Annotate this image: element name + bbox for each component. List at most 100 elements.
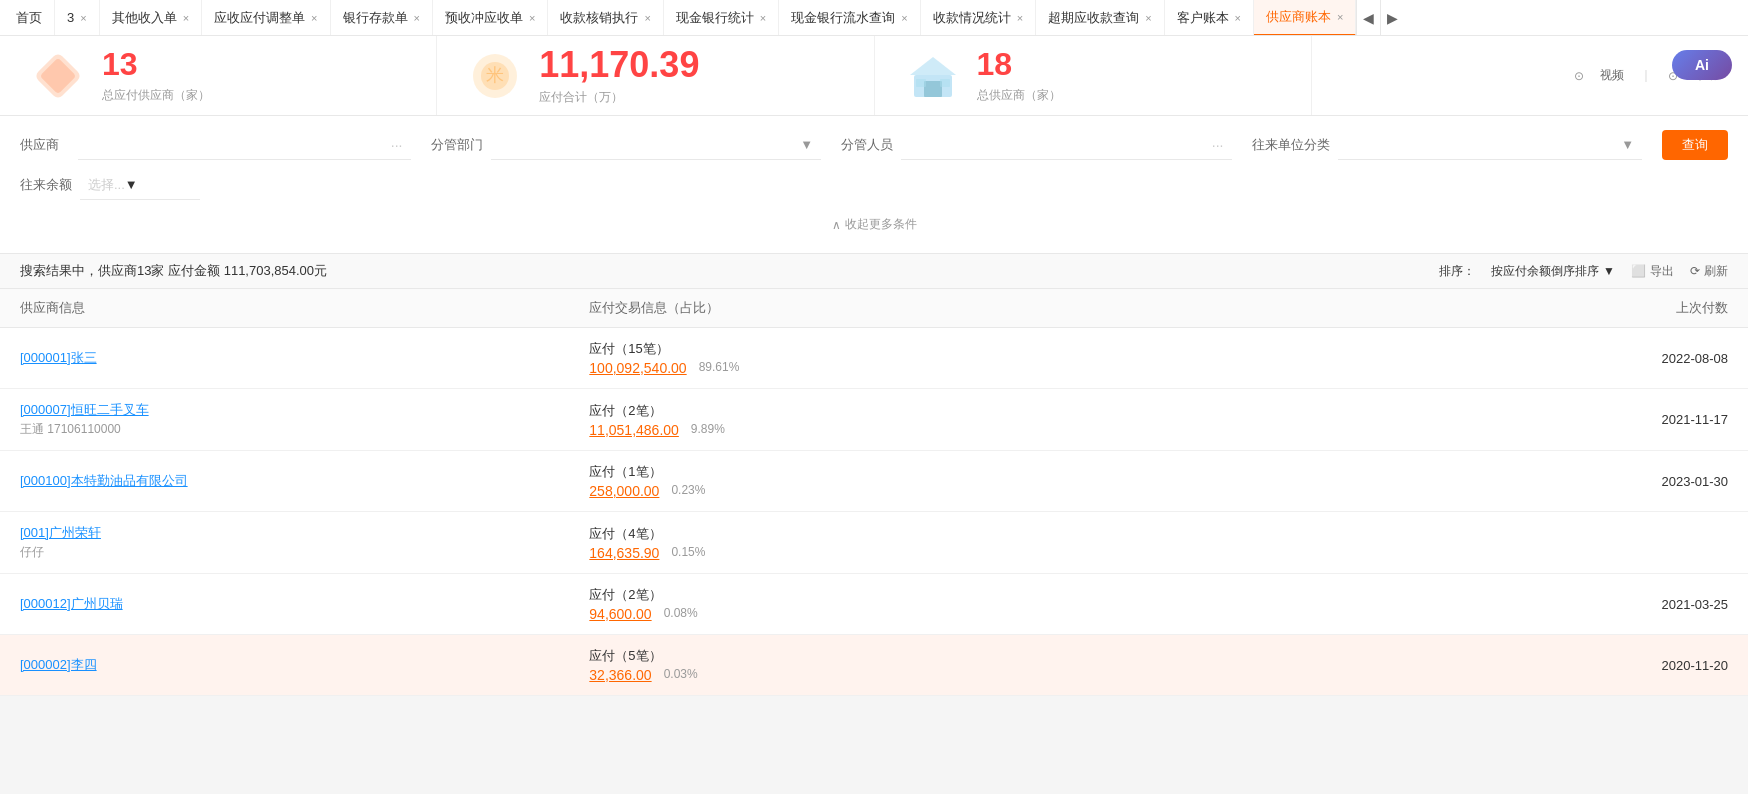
- help-area: ⊙ 视频 ｜ ⊙ 帮助 Ai: [1312, 36, 1748, 115]
- tab-home[interactable]: 首页: [4, 0, 55, 36]
- supplier-link-4[interactable]: [001]广州荣轩: [20, 524, 589, 542]
- tab-collect-verify[interactable]: 收款核销执行 ×: [548, 0, 663, 36]
- tab-3-close[interactable]: ×: [80, 12, 86, 24]
- table-row[interactable]: [000001]张三 应付（15笔） 100,092,540.00 89.61%…: [0, 328, 1748, 389]
- tab-collect-verify-close[interactable]: ×: [644, 12, 650, 24]
- query-button[interactable]: 查询: [1662, 130, 1728, 160]
- tab-bank-deposit[interactable]: 银行存款单 ×: [331, 0, 433, 36]
- chevron-down-icon: ▼: [800, 137, 813, 152]
- table-row[interactable]: [000100]本特勤油品有限公司 应付（1笔） 258,000.00 0.23…: [0, 451, 1748, 512]
- tab-cash-bank-flow-label: 现金银行流水查询: [791, 9, 895, 27]
- supplier-info-6: [000002]李四: [20, 656, 589, 674]
- tab-advance-collect-close[interactable]: ×: [529, 12, 535, 24]
- filter-supplier: 供应商 ···: [20, 130, 411, 160]
- tab-3[interactable]: 3 ×: [55, 0, 100, 36]
- tab-ap-adjust[interactable]: 应收应付调整单 ×: [202, 0, 330, 36]
- supplier-link-1[interactable]: [000001]张三: [20, 349, 589, 367]
- results-bar: 搜索结果中，供应商13家 应付金额 111,703,854.00元 排序： 按应…: [0, 254, 1748, 289]
- ai-button[interactable]: Ai: [1672, 50, 1732, 80]
- last-pay-1: 2022-08-08: [1273, 351, 1728, 366]
- last-pay-5: 2021-03-25: [1273, 597, 1728, 612]
- tab-bank-deposit-close[interactable]: ×: [414, 12, 420, 24]
- tab-cash-bank-flow[interactable]: 现金银行流水查询 ×: [779, 0, 920, 36]
- header-supplier: 供应商信息: [20, 299, 589, 317]
- last-pay-3: 2023-01-30: [1273, 474, 1728, 489]
- tab-other-income[interactable]: 其他收入单 ×: [100, 0, 202, 36]
- refresh-button[interactable]: ⟳ 刷新: [1690, 263, 1728, 280]
- trans-amount-4[interactable]: 164,635.90: [589, 545, 659, 561]
- stat-label-total-payable: 应付合计（万）: [539, 89, 699, 106]
- trans-desc-3: 应付（1笔）: [589, 463, 661, 481]
- header-lastpay: 上次付数: [1273, 299, 1728, 317]
- tab-bank-deposit-label: 银行存款单: [343, 9, 408, 27]
- table-row[interactable]: [000012]广州贝瑞 应付（2笔） 94,600.00 0.08% 2021…: [0, 574, 1748, 635]
- export-button[interactable]: ⬜ 导出: [1631, 263, 1674, 280]
- tab-other-income-close[interactable]: ×: [183, 12, 189, 24]
- tab-overdue-collect-close[interactable]: ×: [1145, 12, 1151, 24]
- stat-info-total-payable: 11,170.39 应付合计（万）: [539, 45, 699, 106]
- tab-supplier-account-close[interactable]: ×: [1337, 11, 1343, 23]
- stat-info-payable: 13 总应付供应商（家）: [102, 47, 210, 103]
- nav-left-arrow[interactable]: ◀: [1356, 0, 1380, 36]
- store-icon: [905, 48, 961, 104]
- export-label: 导出: [1650, 263, 1674, 280]
- supplier-label: 供应商: [20, 136, 70, 154]
- svg-rect-1: [40, 57, 77, 94]
- trans-desc-4: 应付（4笔）: [589, 525, 661, 543]
- dept-select[interactable]: ▼: [491, 130, 822, 160]
- tab-overdue-collect[interactable]: 超期应收款查询 ×: [1036, 0, 1164, 36]
- chevron-up-icon: ∧: [832, 218, 841, 232]
- tab-customer-account[interactable]: 客户账本 ×: [1165, 0, 1254, 36]
- trans-desc-1: 应付（15笔）: [589, 340, 668, 358]
- table-row[interactable]: [000007]恒旺二手叉车 王通 17106110000 应付（2笔） 11,…: [0, 389, 1748, 451]
- tab-supplier-account[interactable]: 供应商账本 ×: [1254, 0, 1356, 36]
- tab-advance-collect[interactable]: 预收冲应收单 ×: [433, 0, 548, 36]
- filter-dept: 分管部门 ▼: [431, 130, 822, 160]
- trans-amount-2[interactable]: 11,051,486.00: [589, 422, 679, 438]
- supplier-link-6[interactable]: [000002]李四: [20, 656, 589, 674]
- tab-cash-bank-stat[interactable]: 现金银行统计 ×: [664, 0, 779, 36]
- trans-percent-6: 0.03%: [664, 667, 698, 681]
- ellipsis-icon2: ···: [1212, 137, 1224, 153]
- collapse-label: 收起更多条件: [845, 216, 917, 233]
- collapse-button[interactable]: ∧ 收起更多条件: [20, 210, 1728, 239]
- nav-right-arrow[interactable]: ▶: [1380, 0, 1404, 36]
- category-label: 往来单位分类: [1252, 136, 1330, 154]
- supplier-info-4: [001]广州荣轩 仔仔: [20, 524, 589, 561]
- stat-label-total-suppliers: 总供应商（家）: [977, 87, 1061, 104]
- supplier-input[interactable]: ···: [78, 130, 411, 160]
- trans-amount-5[interactable]: 94,600.00: [589, 606, 651, 622]
- trans-amount-1[interactable]: 100,092,540.00: [589, 360, 686, 376]
- tab-cash-bank-flow-close[interactable]: ×: [901, 12, 907, 24]
- supplier-link-5[interactable]: [000012]广州贝瑞: [20, 595, 589, 613]
- tab-ap-adjust-close[interactable]: ×: [311, 12, 317, 24]
- trans-percent-5: 0.08%: [664, 606, 698, 620]
- top-navigation: 首页 3 × 其他收入单 × 应收应付调整单 × 银行存款单 × 预收冲应收单 …: [0, 0, 1748, 36]
- tab-collect-stat[interactable]: 收款情况统计 ×: [921, 0, 1036, 36]
- video-link[interactable]: 视频: [1600, 67, 1624, 84]
- tab-collect-stat-close[interactable]: ×: [1017, 12, 1023, 24]
- tab-overdue-collect-label: 超期应收款查询: [1048, 9, 1139, 27]
- table-row[interactable]: [000002]李四 应付（5笔） 32,366.00 0.03% 2020-1…: [0, 635, 1748, 696]
- trans-amount-3[interactable]: 258,000.00: [589, 483, 659, 499]
- table-row[interactable]: [001]广州荣轩 仔仔 应付（4笔） 164,635.90 0.15%: [0, 512, 1748, 574]
- balance-select[interactable]: 选择... ▼: [80, 170, 200, 200]
- stats-bar: 13 总应付供应商（家） 米 11,170.39 应付合计（万）: [0, 36, 1748, 116]
- supplier-sub-4: 仔仔: [20, 544, 589, 561]
- trans-amount-6[interactable]: 32,366.00: [589, 667, 651, 683]
- person-input[interactable]: ···: [901, 130, 1232, 160]
- category-select[interactable]: ▼: [1338, 130, 1643, 160]
- sort-arrow-icon: ▼: [1603, 264, 1615, 278]
- supplier-link-3[interactable]: [000100]本特勤油品有限公司: [20, 472, 589, 490]
- svg-rect-7: [924, 81, 942, 97]
- stat-number-total-suppliers: 18: [977, 47, 1061, 82]
- tab-customer-account-close[interactable]: ×: [1235, 12, 1241, 24]
- transaction-info-2: 应付（2笔） 11,051,486.00 9.89%: [589, 402, 1272, 438]
- transaction-info-5: 应付（2笔） 94,600.00 0.08%: [589, 586, 1272, 622]
- data-table: 供应商信息 应付交易信息（占比） 上次付数 [000001]张三 应付（15笔）…: [0, 289, 1748, 696]
- chevron-down-icon2: ▼: [1621, 137, 1634, 152]
- tab-other-income-label: 其他收入单: [112, 9, 177, 27]
- tab-cash-bank-stat-close[interactable]: ×: [760, 12, 766, 24]
- sort-select[interactable]: 按应付余额倒序排序 ▼: [1491, 263, 1615, 280]
- supplier-link-2[interactable]: [000007]恒旺二手叉车: [20, 401, 589, 419]
